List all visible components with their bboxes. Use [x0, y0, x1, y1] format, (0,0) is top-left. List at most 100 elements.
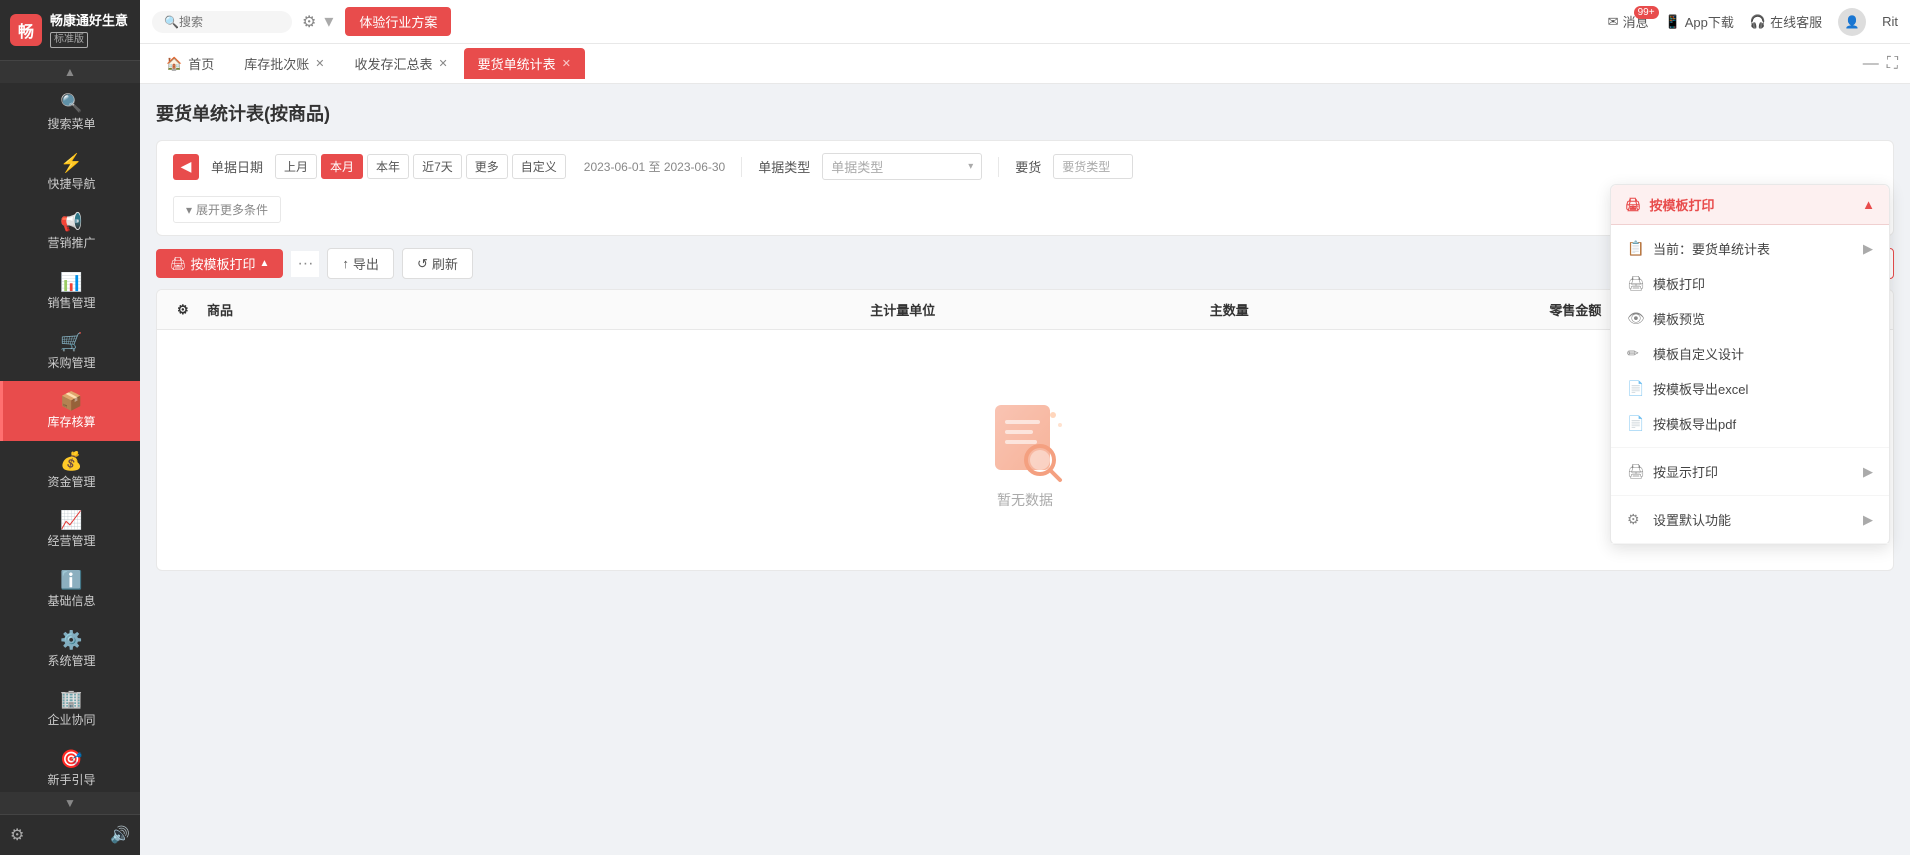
sidebar-item-system[interactable]: ⚙️ 系统管理 — [0, 620, 140, 680]
sidebar-item-shortcut[interactable]: ⚡ 快捷导航 — [0, 143, 140, 203]
expand-more-btn[interactable]: ▾ 展开更多条件 — [173, 196, 281, 223]
tab-controls: — ⛶ — [1863, 55, 1898, 73]
dropdown-item-export-pdf[interactable]: 📄 按模板导出pdf — [1611, 406, 1889, 441]
sidebar-item-inventory[interactable]: 📦 库存核算 — [0, 381, 140, 441]
user-avatar[interactable]: 👤 — [1838, 8, 1866, 36]
topbar-left: 🔍 ⚙ ▾ 体验行业方案 — [152, 7, 1608, 36]
tab-close-icon[interactable]: ✕ — [315, 57, 324, 70]
dropdown-collapse-icon[interactable]: ▲ — [1862, 197, 1875, 212]
dropdown-item-set-default[interactable]: ⚙ 设置默认功能 ▶ — [1611, 502, 1889, 537]
collapse-btn[interactable]: ◀ — [173, 154, 199, 180]
gear-small-icon: ⚙ — [1627, 511, 1643, 528]
system-icon: ⚙️ — [60, 630, 82, 651]
custom-btn[interactable]: 自定义 — [512, 154, 566, 179]
tab-order-stat[interactable]: 要货单统计表 ✕ — [464, 48, 585, 79]
dropdown-item-export-excel[interactable]: 📄 按模板导出excel — [1611, 371, 1889, 406]
dropdown-item-label: 按模板导出pdf — [1653, 414, 1736, 433]
sidebar-item-label: 营销推广 — [47, 236, 95, 252]
print-dropdown: 🖨 按模板打印 ▲ 📋 当前：要货单统计表 ▶ 🖨 模板打印 👁 — [1610, 184, 1890, 545]
th-gear[interactable]: ⚙ — [169, 302, 199, 318]
yaohuo-type-label: 要货 — [1015, 157, 1041, 176]
filter-row-1: ◀ 单据日期 上月 本月 本年 近7天 更多 自定义 2023-06-01 至 … — [173, 153, 1877, 180]
app-logo: 畅 畅康通好生意 标准版 — [0, 0, 140, 61]
th-product: 商品 — [199, 300, 862, 319]
dropdown-item-display-print[interactable]: 🖨 按显示打印 ▶ — [1611, 454, 1889, 489]
tab-maximize-button[interactable]: ⛶ — [1887, 55, 1898, 73]
print-dropdown-icon: 🖨 — [1625, 197, 1642, 213]
tab-batch[interactable]: 库存批次账 ✕ — [230, 48, 338, 79]
design-icon: ✏ — [1627, 345, 1643, 362]
order-type-select[interactable]: 单据类型 ▾ — [822, 153, 982, 180]
dropdown-header[interactable]: 🖨 按模板打印 ▲ — [1611, 185, 1889, 225]
sidebar-item-finance[interactable]: 💰 资金管理 — [0, 441, 140, 501]
sidebar-item-search[interactable]: 🔍 搜索菜单 — [0, 83, 140, 143]
dropdown-item-label: 当前：要货单统计表 — [1653, 239, 1770, 258]
experience-button[interactable]: 体验行业方案 — [345, 7, 451, 36]
corp-icon: 🏢 — [60, 689, 82, 710]
message-badge: 99+ — [1634, 6, 1659, 19]
template-icon: 📋 — [1627, 240, 1643, 257]
current-year-btn[interactable]: 本年 — [367, 154, 409, 179]
inventory-icon: 📦 — [60, 391, 82, 412]
sidebar-item-corp[interactable]: 🏢 企业协同 — [0, 679, 140, 739]
tab-collect[interactable]: 收发存汇总表 ✕ — [340, 48, 461, 79]
sidebar-item-purchase[interactable]: 🛒 采购管理 — [0, 322, 140, 382]
sidebar-nav: 🔍 搜索菜单 ⚡ 快捷导航 📢 营销推广 📊 销售管理 🛒 采购管理 📦 库存核… — [0, 83, 140, 792]
sidebar-scroll-up[interactable]: ▲ — [0, 61, 140, 83]
dropdown-arrow[interactable]: ▾ — [324, 11, 333, 32]
tab-close-icon[interactable]: ✕ — [438, 57, 447, 70]
sidebar-item-marketing[interactable]: 📢 营销推广 — [0, 202, 140, 262]
logo-icon: 畅 — [10, 14, 42, 46]
dropdown-item-template-preview[interactable]: 👁 模板预览 — [1611, 301, 1889, 336]
order-type-label: 单据类型 — [758, 157, 810, 176]
dropdown-item-current-template[interactable]: 📋 当前：要货单统计表 ▶ — [1611, 231, 1889, 266]
last7-btn[interactable]: 近7天 — [413, 154, 462, 179]
sidebar-item-basic[interactable]: ℹ️ 基础信息 — [0, 560, 140, 620]
user-name: Rit — [1882, 14, 1898, 29]
refresh-btn[interactable]: ↺ 刷新 — [402, 248, 473, 279]
gear-icon[interactable]: ⚙ — [302, 12, 316, 32]
tabs-bar: 🏠 首页 库存批次账 ✕ 收发存汇总表 ✕ 要货单统计表 ✕ — ⛶ — [140, 44, 1910, 84]
sidebar-item-operation[interactable]: 📈 经营管理 — [0, 500, 140, 560]
sound-icon[interactable]: 🔊 — [110, 825, 130, 845]
current-month-btn[interactable]: 本月 — [321, 154, 363, 179]
tab-minimize-button[interactable]: — — [1863, 55, 1879, 73]
sidebar-item-label: 经营管理 — [47, 534, 95, 550]
export-btn[interactable]: ↑ 导出 — [327, 248, 394, 279]
dropdown-section-3: ⚙ 设置默认功能 ▶ — [1611, 496, 1889, 544]
basic-icon: ℹ️ — [60, 570, 82, 591]
tab-label: 收发存汇总表 — [354, 54, 432, 73]
print-btn[interactable]: 🖨 按模板打印 ▲ — [156, 249, 283, 278]
dropdown-item-template-print[interactable]: 🖨 模板打印 — [1611, 266, 1889, 301]
sidebar-bottom: ⚙ 🔊 — [0, 814, 140, 855]
dropdown-item-label: 按显示打印 — [1653, 462, 1718, 481]
tab-home[interactable]: 🏠 首页 — [152, 48, 228, 79]
search-box[interactable]: 🔍 — [152, 11, 292, 33]
sidebar-item-sales[interactable]: 📊 销售管理 — [0, 262, 140, 322]
yaohuo-type-container: 要货类型 — [1053, 154, 1133, 179]
print-dropdown-arrow: ▲ — [260, 258, 270, 269]
pdf-icon: 📄 — [1627, 415, 1643, 432]
main-area: 🔍 ⚙ ▾ 体验行业方案 ✉ 消息 99+ 📱 App下载 🎧 在线客服 👤 — [140, 0, 1910, 855]
chevron-right-icon: ▶ — [1863, 241, 1873, 257]
message-item[interactable]: ✉ 消息 99+ — [1608, 12, 1649, 31]
sidebar-item-label: 新手引导 — [47, 773, 95, 789]
print-icon: 🖨 — [170, 256, 187, 272]
sidebar-item-label: 搜索菜单 — [47, 117, 95, 133]
service-icon: 🎧 — [1750, 14, 1766, 30]
chevron-right-icon: ▶ — [1863, 512, 1873, 528]
sidebar-scroll-down[interactable]: ▼ — [0, 792, 140, 814]
sidebar-item-guide[interactable]: 🎯 新手引导 — [0, 739, 140, 792]
online-service-item[interactable]: 🎧 在线客服 — [1750, 12, 1822, 31]
more-btn[interactable]: 更多 — [466, 154, 508, 179]
prev-month-btn[interactable]: 上月 — [275, 154, 317, 179]
more-btn[interactable]: ··· — [291, 251, 319, 277]
display-print-icon: 🖨 — [1627, 463, 1643, 480]
app-download-item[interactable]: 📱 App下载 — [1665, 12, 1734, 31]
finance-icon: 💰 — [60, 451, 82, 472]
search-input[interactable] — [179, 15, 279, 29]
dropdown-item-template-design[interactable]: ✏ 模板自定义设计 — [1611, 336, 1889, 371]
tab-close-icon[interactable]: ✕ — [562, 57, 571, 70]
marketing-icon: 📢 — [60, 212, 82, 233]
settings-icon[interactable]: ⚙ — [10, 825, 24, 845]
